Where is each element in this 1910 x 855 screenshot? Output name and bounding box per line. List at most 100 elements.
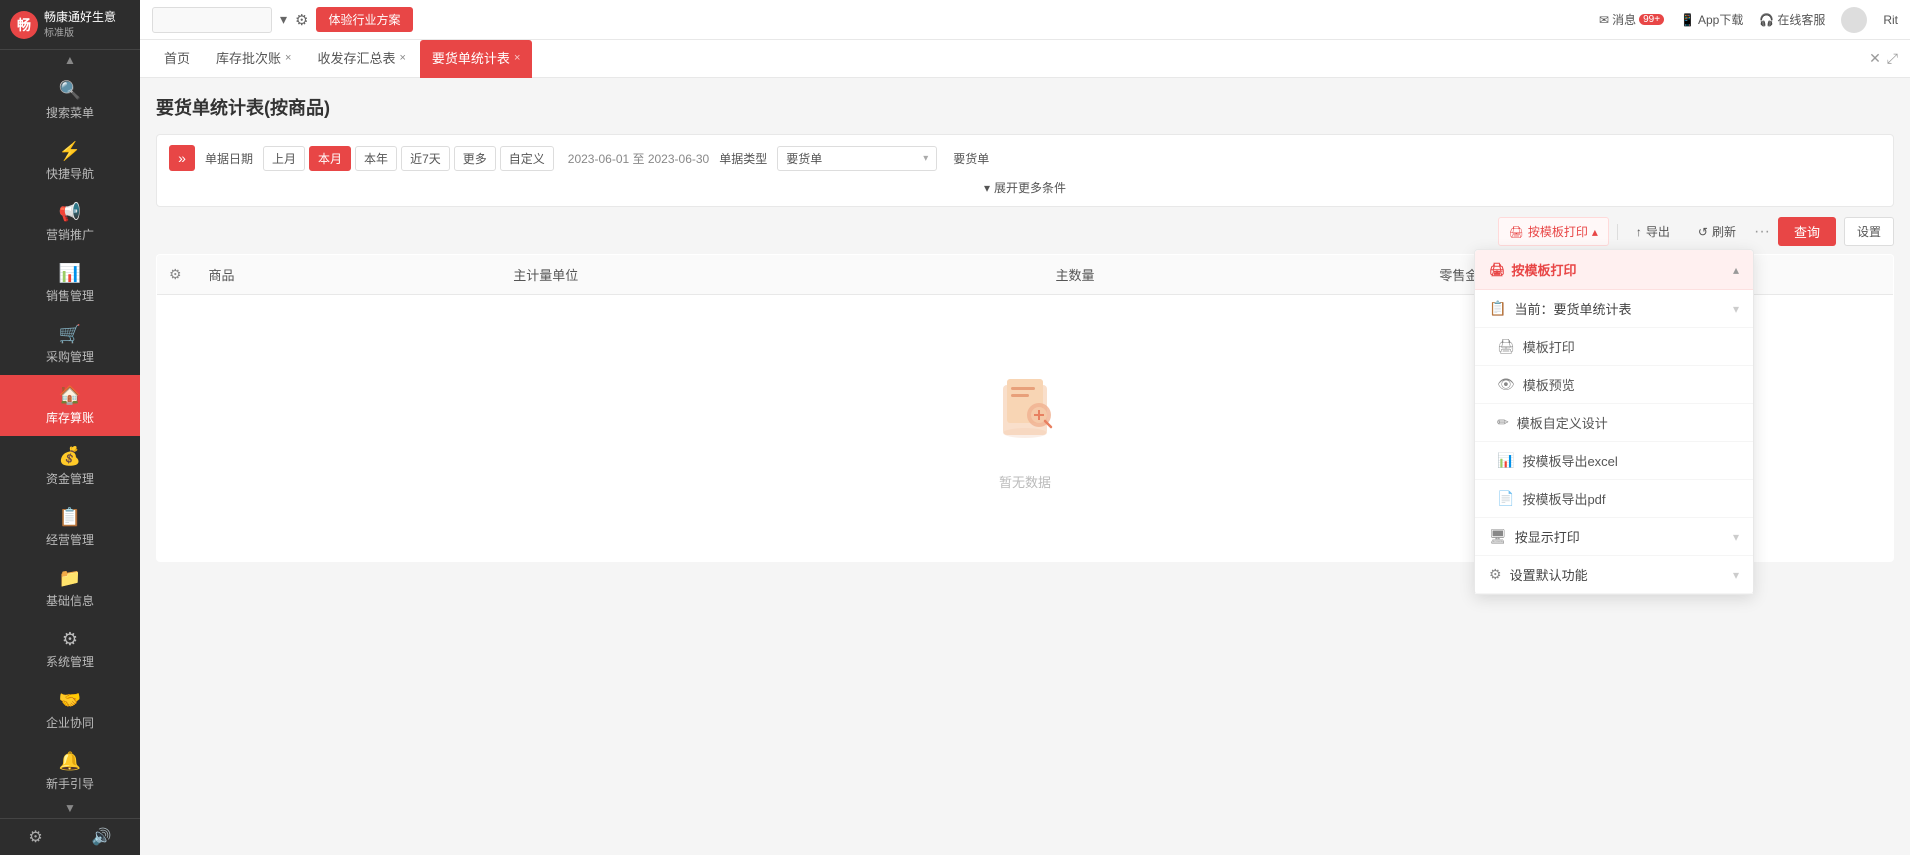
settings-bottom-icon[interactable]: ⚙: [28, 827, 42, 847]
sidebar-item-finance[interactable]: 💰 资金管理: [0, 436, 140, 497]
service-label: 在线客服: [1777, 11, 1825, 28]
sidebar-item-operations[interactable]: 📋 经营管理: [0, 497, 140, 558]
sidebar-item-system[interactable]: ⚙ 系统管理: [0, 619, 140, 680]
service-icon: 🎧: [1759, 13, 1774, 27]
dropdown-item-template-design[interactable]: ✏ 模板自定义设计: [1475, 404, 1753, 442]
sidebar-item-purchase[interactable]: 🛒 采购管理: [0, 314, 140, 375]
search-input[interactable]: [152, 7, 272, 33]
display-print-arrow-icon: ▾: [1733, 530, 1739, 544]
filter-toggle-btn[interactable]: »: [169, 145, 195, 171]
tab-inventory-batch-label: 库存批次账: [216, 48, 281, 67]
dropdown-header: 🖨 按模板打印 ▴: [1475, 250, 1753, 290]
date-btn-thismonth[interactable]: 本月: [309, 146, 351, 171]
date-btn-thisyear[interactable]: 本年: [355, 146, 397, 171]
date-filter-group: 上月 本月 本年 近7天 更多 自定义: [263, 146, 554, 171]
refresh-btn[interactable]: ↺ 刷新: [1688, 218, 1746, 245]
sidebar-item-label: 营销推广: [46, 226, 94, 243]
tab-order-stats[interactable]: 要货单统计表 ×: [420, 40, 532, 78]
search-dropdown-btn[interactable]: ▾: [280, 11, 287, 28]
template-print-btn[interactable]: 🖨 按模板打印 ▴: [1498, 217, 1609, 246]
query-btn[interactable]: 查询: [1778, 217, 1836, 246]
trial-btn[interactable]: 体验行业方案: [316, 7, 412, 32]
sidebar-item-quicknav[interactable]: ⚡ 快捷导航: [0, 131, 140, 192]
sidebar-item-marketing[interactable]: 📢 营销推广: [0, 192, 140, 253]
export-btn[interactable]: ↑ 导出: [1626, 218, 1680, 245]
dropdown-close-btn[interactable]: ▴: [1733, 263, 1739, 277]
toolbar: 🖨 按模板打印 ▴ ↑ 导出 ↺ 刷新 ··· 查询 设置 🖨: [156, 217, 1894, 246]
col-product: 商品: [197, 255, 502, 295]
sidebar-item-search[interactable]: 🔍 搜索菜单: [0, 70, 140, 131]
sidebar-item-label: 快捷导航: [46, 165, 94, 182]
topbar-gear-btn[interactable]: ⚙: [295, 11, 308, 29]
refresh-label: 刷新: [1712, 223, 1736, 240]
table-settings-icon[interactable]: ⚙: [169, 266, 182, 282]
chevron-down-icon: ▾: [923, 153, 928, 164]
date-btn-custom[interactable]: 自定义: [500, 146, 554, 171]
dots-btn[interactable]: ···: [1754, 223, 1770, 241]
dropdown-item-template-print[interactable]: 🖨 模板打印: [1475, 328, 1753, 366]
settings-btn[interactable]: 设置: [1844, 217, 1894, 246]
dropdown-item-template-preview[interactable]: 👁 模板预览: [1475, 366, 1753, 404]
template-print-label: 按模板打印: [1528, 223, 1588, 240]
date-btn-more[interactable]: 更多: [454, 146, 496, 171]
dropdown-item-export-pdf[interactable]: 📄 按模板导出pdf: [1475, 480, 1753, 518]
printer-icon: 🖨: [1509, 225, 1524, 239]
system-icon: ⚙: [62, 629, 78, 650]
tabbar: 首页 库存批次账 × 收发存汇总表 × 要货单统计表 × ✕ ⤢: [140, 40, 1910, 78]
sidebar-item-inventory[interactable]: 🏠 库存算账: [0, 375, 140, 436]
scroll-up-btn[interactable]: ▲: [0, 50, 140, 70]
export-pdf-icon: 📄: [1497, 490, 1514, 507]
filter-expand-label: 展开更多条件: [994, 179, 1066, 196]
avatar[interactable]: [1841, 7, 1867, 33]
filter-expand-btn[interactable]: ▾ 展开更多条件: [984, 179, 1066, 196]
sidebar-item-collab[interactable]: 🤝 企业协同: [0, 680, 140, 741]
tab-receipt-summary-close[interactable]: ×: [399, 52, 405, 64]
printer-dropdown-icon: 🖨: [1489, 262, 1506, 278]
sidebar-item-sales[interactable]: 📊 销售管理: [0, 253, 140, 314]
dropdown-item-label: 模板打印: [1523, 337, 1575, 356]
page-content: 要货单统计表(按商品) » 单据日期 上月 本月 本年 近7天 更多 自定义 2…: [140, 78, 1910, 855]
col-unit: 主计量单位: [501, 255, 1043, 295]
online-service-btn[interactable]: 🎧 在线客服: [1759, 11, 1825, 28]
export-icon: ↑: [1636, 225, 1642, 239]
date-btn-7days[interactable]: 近7天: [401, 146, 450, 171]
dropdown-current-item[interactable]: 📋 当前：要货单统计表 ▾: [1475, 290, 1753, 328]
tab-order-stats-close[interactable]: ×: [514, 52, 520, 64]
dropdown-title-text: 按模板打印: [1512, 260, 1577, 279]
finance-icon: 💰: [59, 446, 81, 467]
sidebar-item-guide[interactable]: 🔔 新手引导: [0, 741, 140, 798]
sidebar-item-label: 搜索菜单: [46, 104, 94, 121]
topbar: ▾ ⚙ 体验行业方案 ✉ 消息 99+ 📱 App下载 🎧 在线客服 Rit: [140, 0, 1910, 40]
message-badge: 99+: [1639, 14, 1664, 25]
tab-close-all-btn[interactable]: ✕: [1869, 50, 1881, 67]
type-filter-select[interactable]: 要货单 ▾: [777, 146, 937, 171]
app-title: 畅康通好生意: [44, 10, 116, 24]
display-print-icon: 🖥: [1489, 528, 1507, 545]
dropdown-item-export-excel[interactable]: 📊 按模板导出excel: [1475, 442, 1753, 480]
sound-bottom-icon[interactable]: 🔊: [92, 827, 112, 847]
dropdown-item-label: 按模板导出pdf: [1522, 489, 1605, 508]
tab-inventory-batch[interactable]: 库存批次账 ×: [204, 40, 303, 78]
app-download-btn[interactable]: 📱 App下载: [1680, 11, 1743, 28]
date-btn-lastmonth[interactable]: 上月: [263, 146, 305, 171]
dropdown-item-label: 按显示打印: [1515, 527, 1580, 546]
purchase-icon: 🛒: [59, 324, 81, 345]
scroll-down-btn[interactable]: ▼: [0, 798, 140, 818]
date-range-display: 2023-06-01 至 2023-06-30: [568, 150, 709, 167]
logo-text: 畅康通好生意 标准版: [44, 10, 116, 39]
tab-receipt-summary[interactable]: 收发存汇总表 ×: [305, 40, 417, 78]
dropdown-item-display-print[interactable]: 🖥 按显示打印 ▾: [1475, 518, 1753, 556]
sidebar-item-basics[interactable]: 📁 基础信息: [0, 558, 140, 619]
sidebar-item-label: 系统管理: [46, 653, 94, 670]
tab-home[interactable]: 首页: [152, 40, 202, 78]
toolbar-divider: [1617, 224, 1618, 240]
sales-icon: 📊: [59, 263, 81, 284]
message-btn[interactable]: ✉ 消息 99+: [1599, 11, 1664, 28]
col-quantity: 主数量: [1043, 255, 1427, 295]
sidebar-item-label: 资金管理: [46, 470, 94, 487]
tab-maximize-btn[interactable]: ⤢: [1887, 50, 1898, 67]
expand-down-icon: ▾: [984, 181, 990, 195]
template-print-dropdown: 🖨 按模板打印 ▴ 📋 当前：要货单统计表 ▾ 🖨 模板打印: [1474, 249, 1754, 595]
tab-inventory-batch-close[interactable]: ×: [285, 52, 291, 64]
dropdown-item-default-settings[interactable]: ⚙ 设置默认功能 ▾: [1475, 556, 1753, 594]
